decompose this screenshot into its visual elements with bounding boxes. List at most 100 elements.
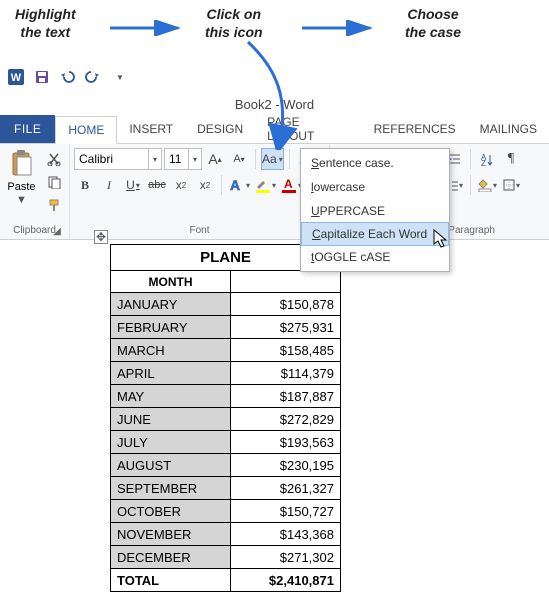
- month-cell[interactable]: OCTOBER: [111, 500, 231, 523]
- redo-icon[interactable]: [82, 65, 106, 89]
- ribbon: Paste ▼ Clipboard ◢ ▾ ▾: [0, 144, 549, 240]
- font-size-combo[interactable]: ▾: [164, 148, 202, 170]
- tab-file[interactable]: FILE: [0, 115, 55, 143]
- month-cell[interactable]: DECEMBER: [111, 546, 231, 569]
- menu-lowercase[interactable]: lowercase: [301, 175, 449, 199]
- tab-insert[interactable]: INSERT: [117, 115, 185, 143]
- table-row-total: TOTAL $2,410,871: [111, 569, 341, 592]
- clipboard-launcher-icon[interactable]: ◢: [51, 225, 63, 237]
- chevron-down-icon[interactable]: ▾: [188, 148, 202, 170]
- svg-text:W: W: [11, 72, 22, 84]
- format-painter-button[interactable]: [43, 194, 65, 216]
- highlight-color-button[interactable]: ▾: [253, 174, 277, 196]
- value-cell[interactable]: $150,878: [231, 293, 341, 316]
- superscript-button[interactable]: x2: [194, 174, 216, 196]
- svg-text:A: A: [284, 177, 293, 191]
- table-row: JUNE$272,829: [111, 408, 341, 431]
- paste-label: Paste: [7, 181, 35, 193]
- month-cell[interactable]: FEBRUARY: [111, 316, 231, 339]
- shading-button[interactable]: ▾: [476, 174, 498, 196]
- month-cell[interactable]: AUGUST: [111, 454, 231, 477]
- save-icon[interactable]: [30, 65, 54, 89]
- table-row: AUGUST$230,195: [111, 454, 341, 477]
- tab-design[interactable]: DESIGN: [185, 115, 255, 143]
- value-cell[interactable]: $193,563: [231, 431, 341, 454]
- table-row: NOVEMBER$143,368: [111, 523, 341, 546]
- chevron-down-icon: ▼: [16, 194, 27, 206]
- menu-sentence-case[interactable]: Sentence case.: [301, 151, 449, 175]
- value-cell[interactable]: $114,379: [231, 362, 341, 385]
- month-cell[interactable]: MARCH: [111, 339, 231, 362]
- table-row: OCTOBER$150,727: [111, 500, 341, 523]
- table-row: DECEMBER$271,302: [111, 546, 341, 569]
- underline-button[interactable]: U▾: [122, 174, 144, 196]
- table-move-handle-icon[interactable]: ✥: [94, 230, 108, 244]
- grow-font-button[interactable]: A▴: [204, 148, 226, 170]
- value-cell[interactable]: $187,887: [231, 385, 341, 408]
- document-table: ✥ PLANE MONTH JANUARY$150,878FEBRUARY$27…: [110, 244, 341, 592]
- menu-toggle-case[interactable]: tOGGLE cASE: [301, 245, 449, 269]
- italic-button[interactable]: I: [98, 174, 120, 196]
- month-cell[interactable]: NOVEMBER: [111, 523, 231, 546]
- change-case-menu: Sentence case. lowercase UPPERCASE Capit…: [300, 148, 450, 272]
- window-title: Book2 - Word: [0, 92, 549, 116]
- paste-button[interactable]: Paste ▼: [4, 148, 39, 216]
- menu-capitalize-each-word[interactable]: Capitalize Each Word: [301, 222, 449, 246]
- strikethrough-button[interactable]: abc: [146, 174, 168, 196]
- month-cell[interactable]: JANUARY: [111, 293, 231, 316]
- font-name-input[interactable]: [74, 148, 148, 170]
- undo-icon[interactable]: [56, 65, 80, 89]
- month-cell[interactable]: MAY: [111, 385, 231, 408]
- annotation-highlight: Highlightthe text: [15, 6, 76, 42]
- total-label: TOTAL: [111, 569, 231, 592]
- font-name-combo[interactable]: ▾: [74, 148, 162, 170]
- show-marks-button[interactable]: ¶: [500, 148, 522, 170]
- col-month-header: MONTH: [111, 271, 231, 293]
- copy-button[interactable]: [43, 171, 65, 193]
- clipboard-group-label: Clipboard ◢: [4, 223, 65, 238]
- subscript-button[interactable]: x2: [170, 174, 192, 196]
- value-cell[interactable]: $143,368: [231, 523, 341, 546]
- col-value-header: [231, 271, 341, 293]
- arrow-2-icon: [300, 20, 380, 36]
- annotation-click: Click onthis icon: [205, 6, 263, 42]
- bold-button[interactable]: B: [74, 174, 96, 196]
- change-case-button[interactable]: Aa▾: [261, 148, 284, 170]
- chevron-down-icon[interactable]: ▾: [148, 148, 162, 170]
- value-cell[interactable]: $230,195: [231, 454, 341, 477]
- tab-mailings[interactable]: MAILINGS: [468, 115, 549, 143]
- cut-button[interactable]: [43, 148, 65, 170]
- menu-uppercase[interactable]: UPPERCASE: [301, 199, 449, 223]
- month-cell[interactable]: SEPTEMBER: [111, 477, 231, 500]
- table-row: JANUARY$150,878: [111, 293, 341, 316]
- value-cell[interactable]: $275,931: [231, 316, 341, 339]
- text-effects-button[interactable]: A▾: [227, 174, 251, 196]
- month-cell[interactable]: JUNE: [111, 408, 231, 431]
- word-logo-icon: W: [4, 65, 28, 89]
- planets-table: PLANE MONTH JANUARY$150,878FEBRUARY$275,…: [110, 244, 341, 592]
- shrink-font-button[interactable]: A▾: [228, 148, 250, 170]
- quick-access-toolbar: W ▼: [0, 62, 549, 92]
- svg-text:Z: Z: [481, 159, 486, 166]
- sort-button[interactable]: AZ: [476, 148, 498, 170]
- month-cell[interactable]: APRIL: [111, 362, 231, 385]
- total-value: $2,410,871: [231, 569, 341, 592]
- tab-references[interactable]: REFERENCES: [362, 115, 468, 143]
- month-cell[interactable]: JULY: [111, 431, 231, 454]
- table-row: JULY$193,563: [111, 431, 341, 454]
- tab-page-layout[interactable]: PAGE LAYOUT: [255, 115, 361, 143]
- font-size-input[interactable]: [164, 148, 188, 170]
- borders-button[interactable]: ▾: [500, 174, 522, 196]
- table-row: MARCH$158,485: [111, 339, 341, 362]
- qat-more-icon[interactable]: ▼: [108, 65, 132, 89]
- value-cell[interactable]: $158,485: [231, 339, 341, 362]
- table-row: MAY$187,887: [111, 385, 341, 408]
- value-cell[interactable]: $272,829: [231, 408, 341, 431]
- tab-home[interactable]: HOME: [55, 116, 117, 144]
- value-cell[interactable]: $271,302: [231, 546, 341, 569]
- arrow-1-icon: [108, 20, 188, 36]
- table-row: SEPTEMBER$261,327: [111, 477, 341, 500]
- value-cell[interactable]: $261,327: [231, 477, 341, 500]
- ribbon-tabs: FILE HOME INSERT DESIGN PAGE LAYOUT REFE…: [0, 116, 549, 144]
- value-cell[interactable]: $150,727: [231, 500, 341, 523]
